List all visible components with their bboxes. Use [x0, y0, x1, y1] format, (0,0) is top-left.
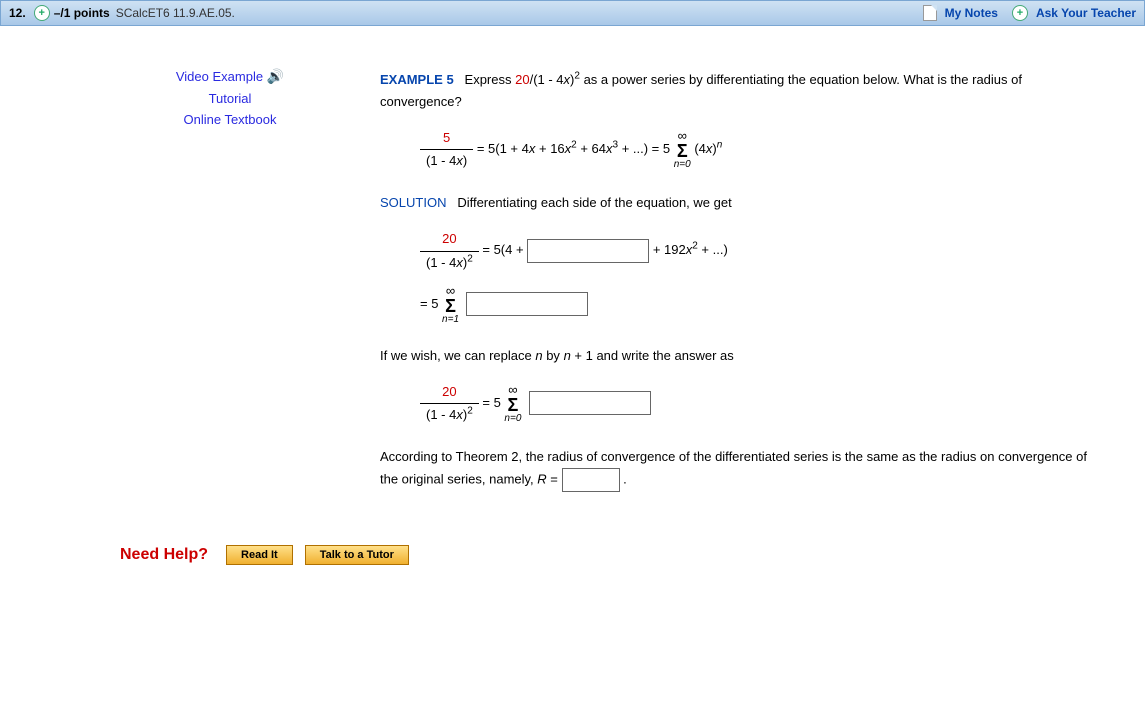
answer-input-3[interactable] — [529, 391, 651, 415]
replace-text: If we wish, we can replace n by n + 1 an… — [380, 345, 1100, 367]
resource-links: Video Example 🔊 Tutorial Online Textbook — [120, 56, 340, 505]
answer-input-2[interactable] — [466, 292, 588, 316]
talk-to-tutor-button[interactable]: Talk to a Tutor — [305, 545, 409, 565]
problem-body: EXAMPLE 5 Express 20/(1 - 4x)2 as a powe… — [340, 56, 1100, 505]
note-icon — [923, 5, 937, 21]
answer-input-r[interactable] — [562, 468, 620, 492]
question-number: 12. — [9, 6, 26, 20]
video-example-link[interactable]: Video Example 🔊 — [120, 68, 340, 85]
conclusion-text: According to Theorem 2, the radius of co… — [380, 446, 1100, 492]
tutorial-link[interactable]: Tutorial — [120, 91, 340, 106]
equation-1: 5 (1 - 4x) = 5(1 + 4x + 16x2 + 64x3 + ..… — [420, 127, 1100, 172]
question-header: 12. + –/1 points SCalcET6 11.9.AE.05. My… — [0, 0, 1145, 26]
my-notes-button[interactable]: My Notes — [923, 5, 998, 21]
speaker-icon: 🔊 — [267, 68, 284, 84]
content: Video Example 🔊 Tutorial Online Textbook… — [0, 26, 1145, 525]
plus-icon: + — [1012, 5, 1028, 21]
ask-teacher-button[interactable]: + Ask Your Teacher — [1012, 5, 1136, 21]
source-id: SCalcET6 11.9.AE.05. — [116, 6, 235, 20]
example-label: EXAMPLE 5 — [380, 72, 454, 87]
solution-label: SOLUTION — [380, 195, 446, 210]
need-help-label: Need Help? — [120, 546, 208, 564]
equation-4: 20 (1 - 4x)2 = 5 ∞ Σ n=0 — [420, 381, 1100, 426]
points-text: –/1 points — [54, 6, 110, 20]
example-prompt: EXAMPLE 5 Express 20/(1 - 4x)2 as a powe… — [380, 69, 1100, 113]
equation-2: 20 (1 - 4x)2 = 5(4 + + 192x2 + ...) = 5 … — [420, 228, 1100, 324]
read-it-button[interactable]: Read It — [226, 545, 293, 565]
online-textbook-link[interactable]: Online Textbook — [120, 112, 340, 127]
answer-input-1[interactable] — [527, 239, 649, 263]
solution-intro: SOLUTION Differentiating each side of th… — [380, 192, 1100, 214]
expand-icon[interactable]: + — [34, 5, 50, 21]
need-help-row: Need Help? Read It Talk to a Tutor — [0, 525, 1145, 585]
